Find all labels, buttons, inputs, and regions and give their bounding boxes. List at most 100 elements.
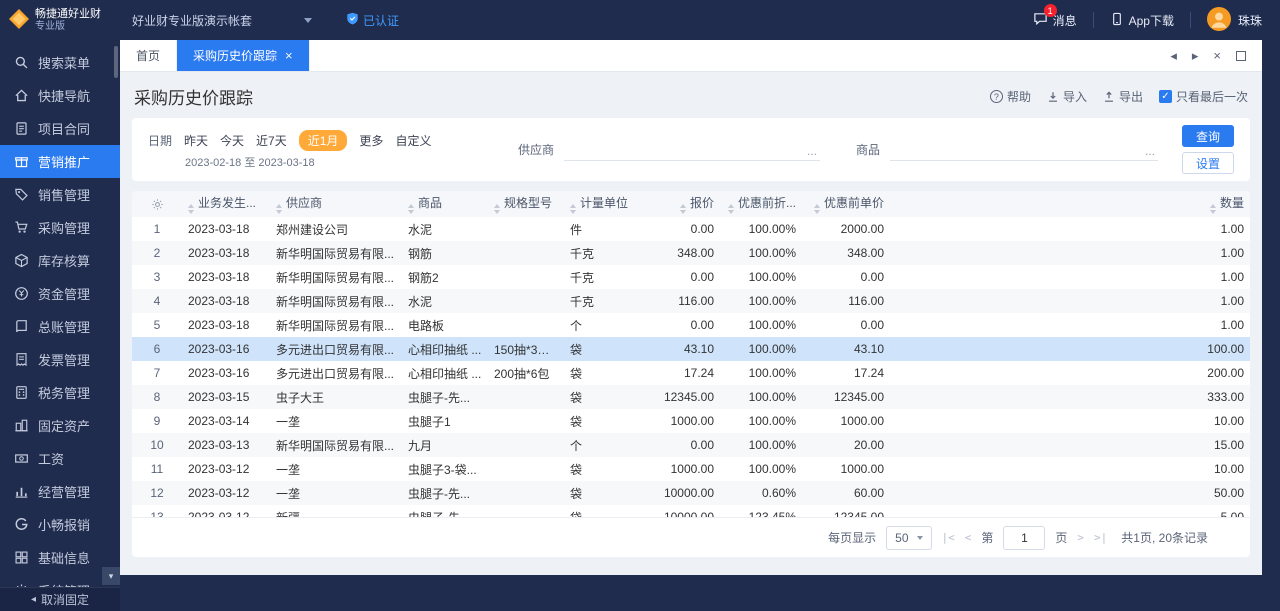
column-header[interactable]	[890, 191, 1164, 217]
product-picker-icon[interactable]: ...	[1142, 144, 1158, 160]
column-header[interactable]: 业务发生...	[182, 191, 270, 217]
sort-icon[interactable]	[727, 204, 734, 214]
date-option[interactable]: 更多	[359, 132, 383, 149]
only-last-checkbox[interactable]: ✓ 只看最后一次	[1158, 88, 1248, 105]
column-header[interactable]: 优惠前折...	[720, 191, 802, 217]
tab-scroll-left-icon[interactable]: ◂	[1170, 49, 1177, 62]
expand-icon[interactable]	[1236, 50, 1246, 61]
table-row[interactable]: 3 2023-03-18 新华明国际贸易有限... 钢筋2 千克 0.00 10…	[132, 265, 1250, 289]
product-input[interactable]: ...	[890, 139, 1158, 161]
sort-icon[interactable]	[276, 204, 282, 214]
account-switcher[interactable]: 好业财专业版演示帐套	[132, 12, 313, 29]
cell-qty: 50.00	[1213, 486, 1244, 500]
column-header[interactable]: 报价	[636, 191, 720, 217]
sidebar-item-tax[interactable]: 税务管理	[0, 376, 120, 409]
user-menu[interactable]: 珠珠	[1206, 6, 1262, 34]
cell-unit: 千克	[570, 294, 595, 309]
tab[interactable]: 采购历史价跟踪 ×	[177, 40, 310, 71]
sidebar-item-payroll[interactable]: 工资	[0, 442, 120, 475]
sidebar-item-general-ledger[interactable]: 总账管理	[0, 310, 120, 343]
settings-button[interactable]: 设置	[1182, 152, 1234, 174]
date-option[interactable]: 今天	[220, 132, 244, 149]
query-button[interactable]: 查询	[1182, 125, 1234, 147]
date-option[interactable]: 近1月	[298, 129, 348, 151]
import-button[interactable]: 导入	[1047, 88, 1087, 105]
main-panel: 采购历史价跟踪 ? 帮助 导入 导出 ✓ 只看最后一次 日期 昨天 今天 近7天…	[120, 72, 1262, 575]
supplier-picker-icon[interactable]: ...	[804, 144, 820, 160]
sidebar-item-expense[interactable]: 小畅报销	[0, 508, 120, 541]
content-area: 首页 采购历史价跟踪 × ◂ ▸ × 采购历史价跟踪 ? 帮助 导入 导出 ✓ …	[120, 40, 1262, 611]
cell-spacer	[890, 361, 1164, 385]
supplier-input[interactable]: ...	[564, 139, 820, 161]
first-page-icon[interactable]: |<	[942, 531, 955, 544]
cell-discount: 100.00%	[748, 414, 796, 428]
page-number-input[interactable]	[1003, 525, 1046, 550]
table-row[interactable]: 10 2023-03-13 新华明国际贸易有限... 九月 个 0.00 100…	[132, 433, 1250, 457]
table-row[interactable]: 12 2023-03-12 一垄 虫腿子-先... 袋 10000.00 0.6…	[132, 481, 1250, 505]
sort-icon[interactable]	[408, 204, 414, 214]
sidebar-item-fixed-assets[interactable]: 固定资产	[0, 409, 120, 442]
sort-icon[interactable]	[188, 204, 194, 214]
table-row[interactable]: 5 2023-03-18 新华明国际贸易有限... 电路板 个 0.00 100…	[132, 313, 1250, 337]
sidebar-item-operations[interactable]: 经营管理	[0, 475, 120, 508]
tab-close-icon[interactable]: ×	[285, 48, 293, 63]
table-row[interactable]: 13 2023-03-12 新疆 虫腿子-先... 袋 10000.00 123…	[132, 505, 1250, 517]
date-option[interactable]: 自定义	[395, 132, 431, 149]
sort-icon[interactable]	[813, 204, 820, 214]
checkbox-icon[interactable]: ✓	[1158, 90, 1172, 103]
cell-supplier: 虫子大王	[276, 390, 325, 405]
sidebar-item-sales[interactable]: 销售管理	[0, 178, 120, 211]
cell-product: 虫腿子1	[408, 414, 451, 429]
date-range[interactable]: 2023-02-18 至 2023-03-18	[185, 154, 500, 170]
tab[interactable]: 首页	[120, 40, 178, 71]
sidebar-item-invoice[interactable]: 发票管理	[0, 343, 120, 376]
sidebar-item-inventory[interactable]: 库存核算	[0, 244, 120, 277]
sidebar-scroll-down-button[interactable]: ▾	[102, 567, 120, 585]
messages-button[interactable]: 1 消息	[1033, 4, 1077, 29]
column-header[interactable]: 数量	[1164, 191, 1250, 217]
table-row[interactable]: 4 2023-03-18 新华明国际贸易有限... 水泥 千克 116.00 1…	[132, 289, 1250, 313]
export-button[interactable]: 导出	[1103, 88, 1143, 105]
cell-spacer	[890, 505, 1164, 517]
date-option[interactable]: 昨天	[184, 132, 208, 149]
column-header[interactable]: 商品	[402, 191, 488, 217]
next-page-icon[interactable]: >	[1077, 531, 1084, 544]
product-filter: 商品 ...	[856, 139, 1158, 161]
prev-page-icon[interactable]: <	[965, 531, 972, 544]
table-row[interactable]: 8 2023-03-15 虫子大王 虫腿子-先... 袋 12345.00 10…	[132, 385, 1250, 409]
column-header[interactable]: 供应商	[270, 191, 402, 217]
table-row[interactable]: 2 2023-03-18 新华明国际贸易有限... 钢筋 千克 348.00 1…	[132, 241, 1250, 265]
sidebar-item-purchase[interactable]: 采购管理	[0, 211, 120, 244]
column-header[interactable]: 规格型号	[488, 191, 564, 217]
table-row[interactable]: 9 2023-03-14 一垄 虫腿子1 袋 1000.00 100.00% 1…	[132, 409, 1250, 433]
column-header[interactable]: 优惠前单价	[802, 191, 890, 217]
close-all-tabs-icon[interactable]: ×	[1213, 49, 1221, 62]
cell-spacer	[890, 265, 1164, 289]
column-settings-gear-icon[interactable]	[132, 191, 182, 217]
table-row[interactable]: 1 2023-03-18 郑州建设公司 水泥 件 0.00 100.00% 20…	[132, 217, 1250, 241]
last-page-icon[interactable]: >|	[1094, 531, 1107, 544]
sidebar-item-search-menu[interactable]: 搜索菜单	[0, 46, 120, 79]
sort-icon[interactable]	[679, 204, 686, 214]
per-page-select[interactable]: 50	[886, 525, 932, 550]
sidebar-item-project-contract[interactable]: 项目合同	[0, 112, 120, 145]
tab-scroll-right-icon[interactable]: ▸	[1192, 49, 1199, 62]
column-header[interactable]: 计量单位	[564, 191, 636, 217]
sort-icon[interactable]	[570, 204, 576, 214]
table-row[interactable]: 6 2023-03-16 多元进出口贸易有限... 心相印抽纸 ... 150抽…	[132, 337, 1250, 361]
table-row[interactable]: 11 2023-03-12 一垄 虫腿子3-袋... 袋 1000.00 100…	[132, 457, 1250, 481]
unpin-sidebar-button[interactable]: ◂ 取消固定	[0, 587, 120, 611]
sidebar-item-marketing[interactable]: 营销推广	[0, 145, 120, 178]
sort-icon[interactable]	[1209, 204, 1216, 214]
table-row[interactable]: 7 2023-03-16 多元进出口贸易有限... 心相印抽纸 ... 200抽…	[132, 361, 1250, 385]
help-button[interactable]: ? 帮助	[989, 88, 1031, 105]
row-index: 6	[153, 342, 161, 356]
app-download-button[interactable]: App下载	[1110, 12, 1174, 29]
filter-buttons: 查询 设置	[1182, 125, 1234, 174]
sidebar-scrollbar[interactable]	[114, 46, 118, 78]
sort-icon[interactable]	[494, 204, 500, 214]
date-option[interactable]: 近7天	[256, 132, 287, 149]
sidebar-item-quick-nav[interactable]: 快捷导航	[0, 79, 120, 112]
sidebar-item-funds[interactable]: 资金管理	[0, 277, 120, 310]
cell-spec	[488, 385, 564, 409]
